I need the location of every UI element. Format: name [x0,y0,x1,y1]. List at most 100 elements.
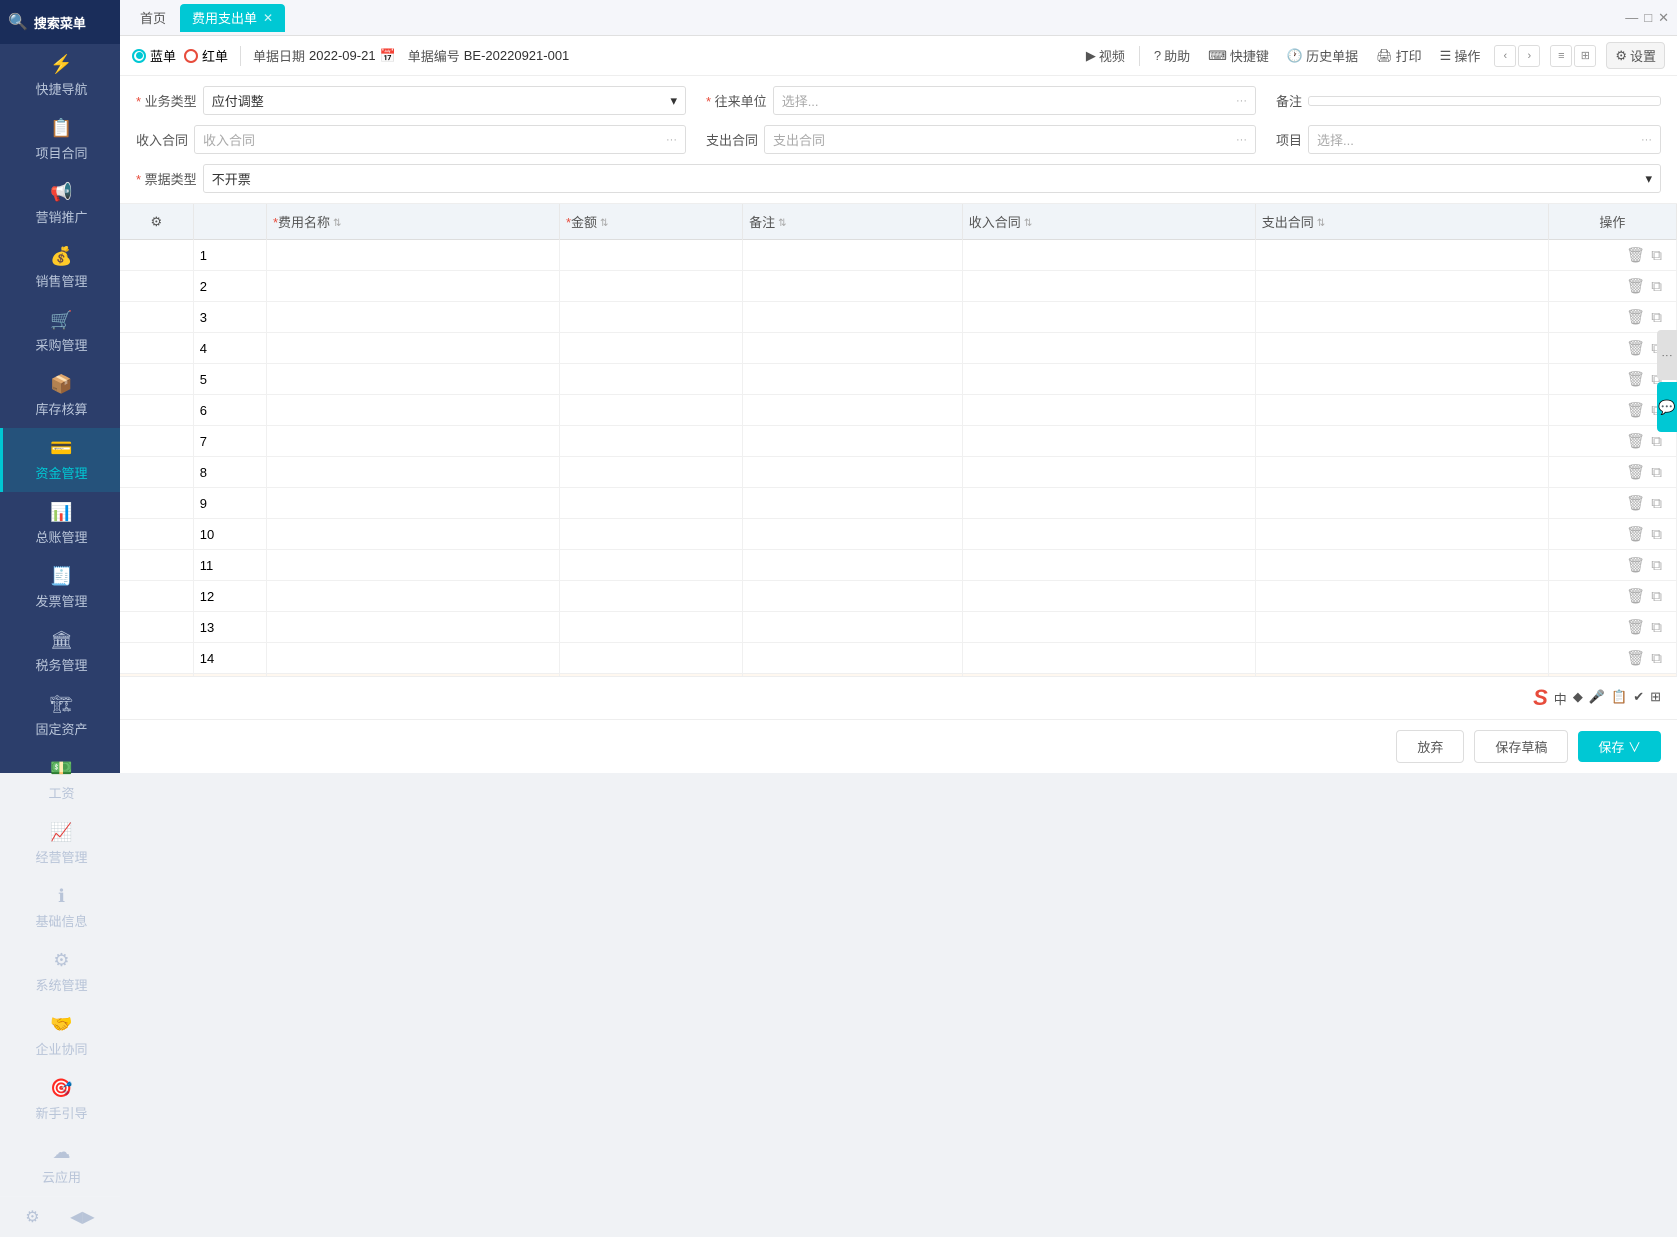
row-note-1[interactable] [743,240,963,271]
row-delete-6[interactable]: 🗑 [1626,401,1645,419]
row-name-14[interactable] [266,643,559,674]
row-name-4[interactable] [266,333,559,364]
row-name-2[interactable] [266,271,559,302]
row-expense-3[interactable] [1255,302,1548,333]
income-contract-input[interactable]: 收入合同 ··· [194,125,686,154]
row-amount-6[interactable] [559,395,742,426]
row-name-5[interactable] [266,364,559,395]
row-name-13[interactable] [266,612,559,643]
row-name-12[interactable] [266,581,559,612]
row-amount-2[interactable] [559,271,742,302]
row-expense-10[interactable] [1255,519,1548,550]
row-expense-12[interactable] [1255,581,1548,612]
close-icon[interactable]: ✕ [1658,10,1669,26]
row-delete-9[interactable]: 🗑 [1626,494,1645,512]
row-amount-4[interactable] [559,333,742,364]
sidebar-item-cloud-apps[interactable]: ☁云应用 [0,1132,120,1196]
income-contract-more[interactable]: ··· [666,134,677,146]
row-expense-14[interactable] [1255,643,1548,674]
minimize-icon[interactable]: — [1625,10,1638,25]
row-note-3[interactable] [743,302,963,333]
row-amount-3[interactable] [559,302,742,333]
sidebar-item-capital[interactable]: 💳资金管理 [0,428,120,492]
counterpart-more[interactable]: ··· [1236,95,1247,107]
row-income-9[interactable] [962,488,1255,519]
row-income-8[interactable] [962,457,1255,488]
sidebar-item-inventory[interactable]: 📦库存核算 [0,364,120,428]
red-radio-label[interactable]: 红单 [184,46,228,65]
row-name-3[interactable] [266,302,559,333]
sidebar-item-invoice[interactable]: 🧾发票管理 [0,556,120,620]
row-income-10[interactable] [962,519,1255,550]
col-gear[interactable]: ⚙ [120,204,193,240]
row-income-4[interactable] [962,333,1255,364]
settings-icon[interactable]: ⚙ [25,1207,39,1227]
tab-home[interactable]: 首页 [128,4,178,32]
operations-btn[interactable]: ☰ 操作 [1436,44,1485,67]
row-income-13[interactable] [962,612,1255,643]
sidebar-item-sales[interactable]: 💰销售管理 [0,236,120,300]
row-income-11[interactable] [962,550,1255,581]
sidebar-item-marketing[interactable]: 📢营销推广 [0,172,120,236]
row-note-4[interactable] [743,333,963,364]
sidebar-item-tax[interactable]: 🏛税务管理 [0,620,120,684]
row-expense-13[interactable] [1255,612,1548,643]
row-copy-9[interactable]: ⧉ [1651,495,1662,512]
row-amount-8[interactable] [559,457,742,488]
row-note-9[interactable] [743,488,963,519]
help-btn[interactable]: ? 助助 [1150,44,1194,67]
row-amount-1[interactable] [559,240,742,271]
brand-icon-6[interactable]: ⊞ [1650,689,1661,708]
row-copy-1[interactable]: ⧉ [1651,247,1662,264]
row-expense-1[interactable] [1255,240,1548,271]
sidebar-item-operations[interactable]: 📈经营管理 [0,812,120,876]
row-copy-11[interactable]: ⧉ [1651,557,1662,574]
expense-contract-input[interactable]: 支出合同 ··· [764,125,1256,154]
row-copy-3[interactable]: ⧉ [1651,309,1662,326]
tab-expense-close[interactable]: ✕ [263,11,273,25]
sidebar-item-purchase[interactable]: 🛒采购管理 [0,300,120,364]
brand-icon-2[interactable]: ◆ [1573,689,1583,708]
row-expense-9[interactable] [1255,488,1548,519]
row-copy-7[interactable]: ⧉ [1651,433,1662,450]
row-delete-10[interactable]: 🗑 [1626,525,1645,543]
business-type-select[interactable]: 应付调整 ▾ [203,86,686,115]
video-btn[interactable]: ▶ 视频 [1082,44,1129,67]
row-expense-4[interactable] [1255,333,1548,364]
row-income-14[interactable] [962,643,1255,674]
row-note-11[interactable] [743,550,963,581]
sidebar-item-quick-nav[interactable]: ⚡快捷导航 [0,44,120,108]
right-panel-btn-2[interactable]: 💬 [1657,382,1677,432]
row-expense-11[interactable] [1255,550,1548,581]
date-value[interactable]: 2022-09-21 [309,48,376,63]
row-copy-13[interactable]: ⧉ [1651,619,1662,636]
row-income-3[interactable] [962,302,1255,333]
expense-contract-more[interactable]: ··· [1236,134,1247,146]
row-note-6[interactable] [743,395,963,426]
save-button[interactable]: 保存 ∨ [1578,731,1661,762]
row-note-13[interactable] [743,612,963,643]
row-expense-2[interactable] [1255,271,1548,302]
row-income-5[interactable] [962,364,1255,395]
row-amount-11[interactable] [559,550,742,581]
row-note-10[interactable] [743,519,963,550]
brand-icon-3[interactable]: 🎤 [1589,689,1605,708]
row-delete-14[interactable]: 🗑 [1626,649,1645,667]
sidebar-item-salary[interactable]: 💵工资 [0,748,120,812]
row-copy-12[interactable]: ⧉ [1651,588,1662,605]
row-amount-7[interactable] [559,426,742,457]
brand-icon-1[interactable]: 中 [1554,689,1567,708]
sidebar-item-project-contract[interactable]: 📋项目合同 [0,108,120,172]
row-delete-4[interactable]: 🗑 [1626,339,1645,357]
row-name-11[interactable] [266,550,559,581]
prev-arrow[interactable]: ‹ [1494,45,1516,67]
row-delete-11[interactable]: 🗑 [1626,556,1645,574]
note-input[interactable] [1308,96,1661,106]
row-note-7[interactable] [743,426,963,457]
row-amount-12[interactable] [559,581,742,612]
row-note-12[interactable] [743,581,963,612]
row-delete-13[interactable]: 🗑 [1626,618,1645,636]
sidebar-item-system[interactable]: ⚙系统管理 [0,940,120,1004]
shortcut-btn[interactable]: ⌨ 快捷键 [1204,44,1273,67]
row-income-2[interactable] [962,271,1255,302]
